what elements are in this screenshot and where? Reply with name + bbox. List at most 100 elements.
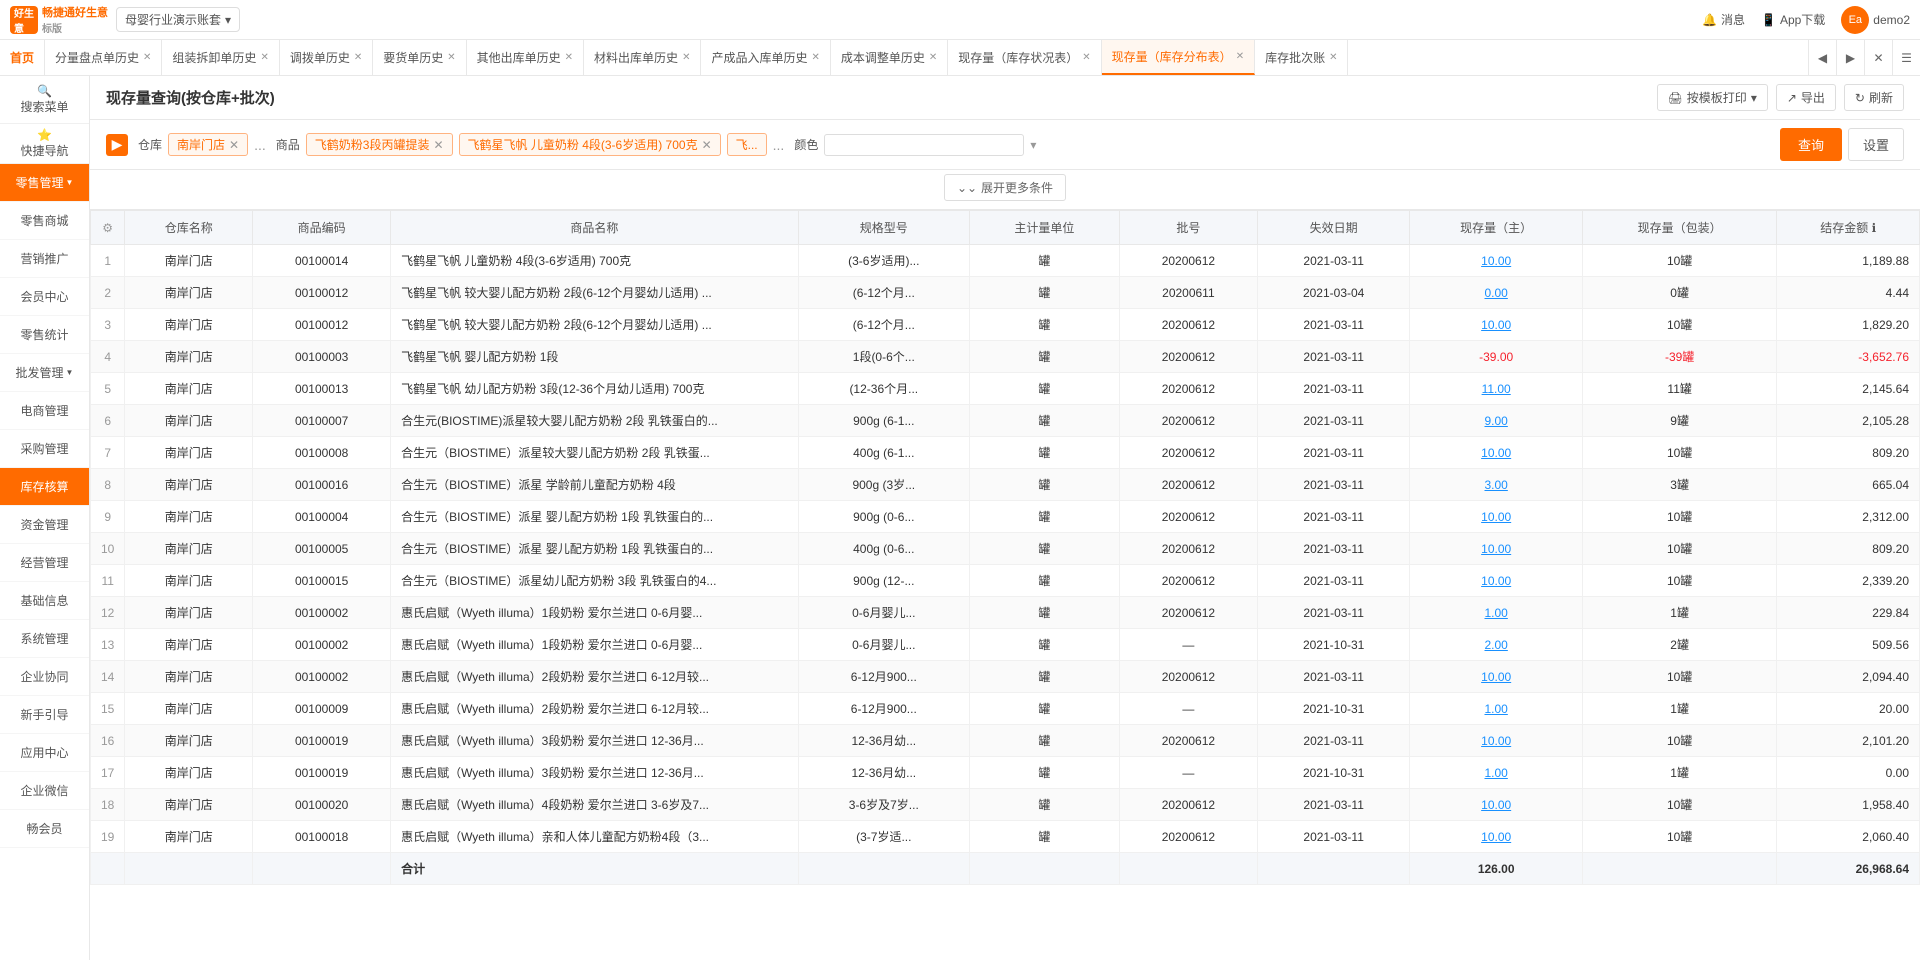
row-qty-main[interactable]: 3.00: [1410, 469, 1582, 501]
sidebar-item-ecommerce[interactable]: 电商管理: [0, 392, 89, 430]
table-row: 3 南岸门店 00100012 飞鹤星飞帆 较大婴儿配方奶粉 2段(6-12个月…: [91, 309, 1920, 341]
sidebar-item-marketing[interactable]: 营销推广: [0, 240, 89, 278]
ecommerce-label: 电商管理: [20, 404, 68, 418]
tab-qi-ta-chu[interactable]: 其他出库单历史 ✕: [467, 40, 584, 75]
row-batch: 20200612: [1119, 661, 1257, 693]
tab-close-icon[interactable]: ✕: [260, 52, 268, 63]
sidebar-item-guide[interactable]: 新手引导: [0, 696, 89, 734]
tab-chan-pin[interactable]: 产成品入库单历史 ✕: [701, 40, 830, 75]
row-qty-main[interactable]: 10.00: [1410, 309, 1582, 341]
sidebar-item-retail-mall[interactable]: 零售商城: [0, 202, 89, 240]
row-qty-main[interactable]: 10.00: [1410, 437, 1582, 469]
refresh-btn[interactable]: ↻ 刷新: [1844, 84, 1904, 111]
expand-more-btn[interactable]: ⌄⌄ 展开更多条件: [944, 174, 1066, 201]
row-qty-main[interactable]: 10.00: [1410, 501, 1582, 533]
row-qty-main[interactable]: 10.00: [1410, 533, 1582, 565]
row-batch: 20200612: [1119, 245, 1257, 277]
row-qty-main[interactable]: 10.00: [1410, 821, 1582, 853]
tab-close-icon[interactable]: ✕: [447, 52, 455, 63]
product-tag-more[interactable]: 飞...: [727, 133, 767, 156]
sidebar-item-member2[interactable]: 畅会员: [0, 810, 89, 848]
row-expire: 2021-03-11: [1257, 437, 1410, 469]
row-spec: (6-12个月...: [798, 309, 969, 341]
color-dropdown-icon[interactable]: ▾: [1030, 138, 1036, 152]
row-warehouse: 南岸门店: [125, 341, 253, 373]
sidebar-item-system[interactable]: 系统管理: [0, 620, 89, 658]
row-qty-main[interactable]: 1.00: [1410, 597, 1582, 629]
tab-zu-chai[interactable]: 组装拆卸单历史 ✕: [162, 40, 279, 75]
sidebar-item-enterprise[interactable]: 企业协同: [0, 658, 89, 696]
tab-cheng-ben[interactable]: 成本调整单历史 ✕: [831, 40, 948, 75]
tab-diao-bo[interactable]: 调拨单历史 ✕: [280, 40, 373, 75]
query-button[interactable]: 查询: [1780, 128, 1842, 161]
print-btn[interactable]: 🖨 按模板打印 ▾: [1657, 84, 1768, 111]
row-qty-main[interactable]: 10.00: [1410, 789, 1582, 821]
col-settings[interactable]: ⚙: [91, 211, 125, 245]
sidebar-item-inventory[interactable]: 库存核算: [0, 468, 89, 506]
tab-close-icon[interactable]: ✕: [354, 52, 362, 63]
user-avatar[interactable]: Ea demo2: [1841, 6, 1910, 34]
row-qty-main[interactable]: 11.00: [1410, 373, 1582, 405]
sidebar-item-basic[interactable]: 基础信息: [0, 582, 89, 620]
row-qty-main[interactable]: 10.00: [1410, 565, 1582, 597]
sidebar-item-wholesale[interactable]: 批发管理 ▼: [0, 354, 89, 392]
row-unit: 罐: [969, 757, 1119, 789]
tab-next-btn[interactable]: ▶: [1836, 40, 1864, 76]
row-qty-main[interactable]: 10.00: [1410, 245, 1582, 277]
row-qty-main[interactable]: 1.00: [1410, 757, 1582, 789]
settings-col-icon[interactable]: ⚙: [102, 221, 113, 235]
sidebar-nav[interactable]: ⭐ 快捷导航: [0, 124, 89, 164]
tab-close-icon[interactable]: ✕: [682, 52, 690, 63]
sidebar-item-retail-stats[interactable]: 零售统计: [0, 316, 89, 354]
sidebar-search[interactable]: 🔍 搜索菜单: [0, 76, 89, 124]
sidebar-item-member[interactable]: 会员中心: [0, 278, 89, 316]
product-tag-1[interactable]: 飞鹤奶粉3段丙罐提装 ✕: [306, 133, 453, 156]
remove-product-1-icon[interactable]: ✕: [433, 138, 443, 152]
chevron-icon: ▼: [66, 368, 74, 377]
sidebar-item-operations[interactable]: 经营管理: [0, 544, 89, 582]
tab-cai-liao[interactable]: 材料出库单历史 ✕: [584, 40, 701, 75]
org-select[interactable]: 母婴行业演示账套 ▾: [116, 7, 240, 32]
product-tag-2[interactable]: 飞鹤星飞帆 儿童奶粉 4段(3-6岁适用) 700克 ✕: [459, 133, 721, 156]
tab-close-icon[interactable]: ✕: [565, 52, 573, 63]
row-qty-main[interactable]: 9.00: [1410, 405, 1582, 437]
product-more-btn[interactable]: ...: [773, 137, 785, 153]
sidebar-item-finance[interactable]: 资金管理: [0, 506, 89, 544]
tab-close-icon[interactable]: ✕: [929, 52, 937, 63]
color-input[interactable]: [824, 134, 1024, 156]
settings-button[interactable]: 设置: [1848, 128, 1904, 161]
tab-close-icon[interactable]: ✕: [1082, 52, 1090, 63]
row-qty-main[interactable]: 10.00: [1410, 661, 1582, 693]
tab-xian-cun-1[interactable]: 现存量（库存状况表） ✕: [948, 40, 1101, 75]
export-btn[interactable]: ↗ 导出: [1776, 84, 1836, 111]
message-btn[interactable]: 🔔 消息: [1702, 11, 1745, 28]
tab-home[interactable]: 首页: [0, 40, 45, 75]
tab-close-icon[interactable]: ✕: [143, 52, 151, 63]
tab-close-icon[interactable]: ✕: [811, 52, 819, 63]
warehouse-more-btn[interactable]: ...: [254, 137, 266, 153]
app-download-btn[interactable]: 📱 App下载: [1761, 11, 1825, 28]
sidebar-item-purchase[interactable]: 采购管理: [0, 430, 89, 468]
row-qty-main[interactable]: 0.00: [1410, 277, 1582, 309]
total-empty-3: [253, 853, 391, 885]
sidebar-item-retail[interactable]: 零售管理 ▼: [0, 164, 89, 202]
remove-warehouse-icon[interactable]: ✕: [229, 138, 239, 152]
sidebar-item-app-center[interactable]: 应用中心: [0, 734, 89, 772]
tab-pi-ci[interactable]: 库存批次账 ✕: [1255, 40, 1348, 75]
sidebar-item-wechat[interactable]: 企业微信: [0, 772, 89, 810]
tab-close-icon[interactable]: ✕: [1236, 51, 1244, 62]
tab-close-btn[interactable]: ✕: [1864, 40, 1892, 76]
expand-filter-btn[interactable]: ▶: [106, 134, 128, 156]
tab-menu-btn[interactable]: ☰: [1892, 40, 1920, 76]
tab-prev-btn[interactable]: ◀: [1808, 40, 1836, 76]
row-qty-pkg: 1罐: [1582, 597, 1777, 629]
remove-product-2-icon[interactable]: ✕: [702, 138, 712, 152]
row-qty-main[interactable]: 10.00: [1410, 725, 1582, 757]
tab-close-icon[interactable]: ✕: [1329, 52, 1337, 63]
row-qty-main[interactable]: 1.00: [1410, 693, 1582, 725]
row-qty-main[interactable]: 2.00: [1410, 629, 1582, 661]
tab-xian-cun-2[interactable]: 现存量（库存分布表） ✕: [1102, 40, 1255, 75]
tab-yao-huo[interactable]: 要货单历史 ✕: [373, 40, 466, 75]
warehouse-tag[interactable]: 南岸门店 ✕: [168, 133, 248, 156]
tab-fen-pan[interactable]: 分量盘点单历史 ✕: [45, 40, 162, 75]
